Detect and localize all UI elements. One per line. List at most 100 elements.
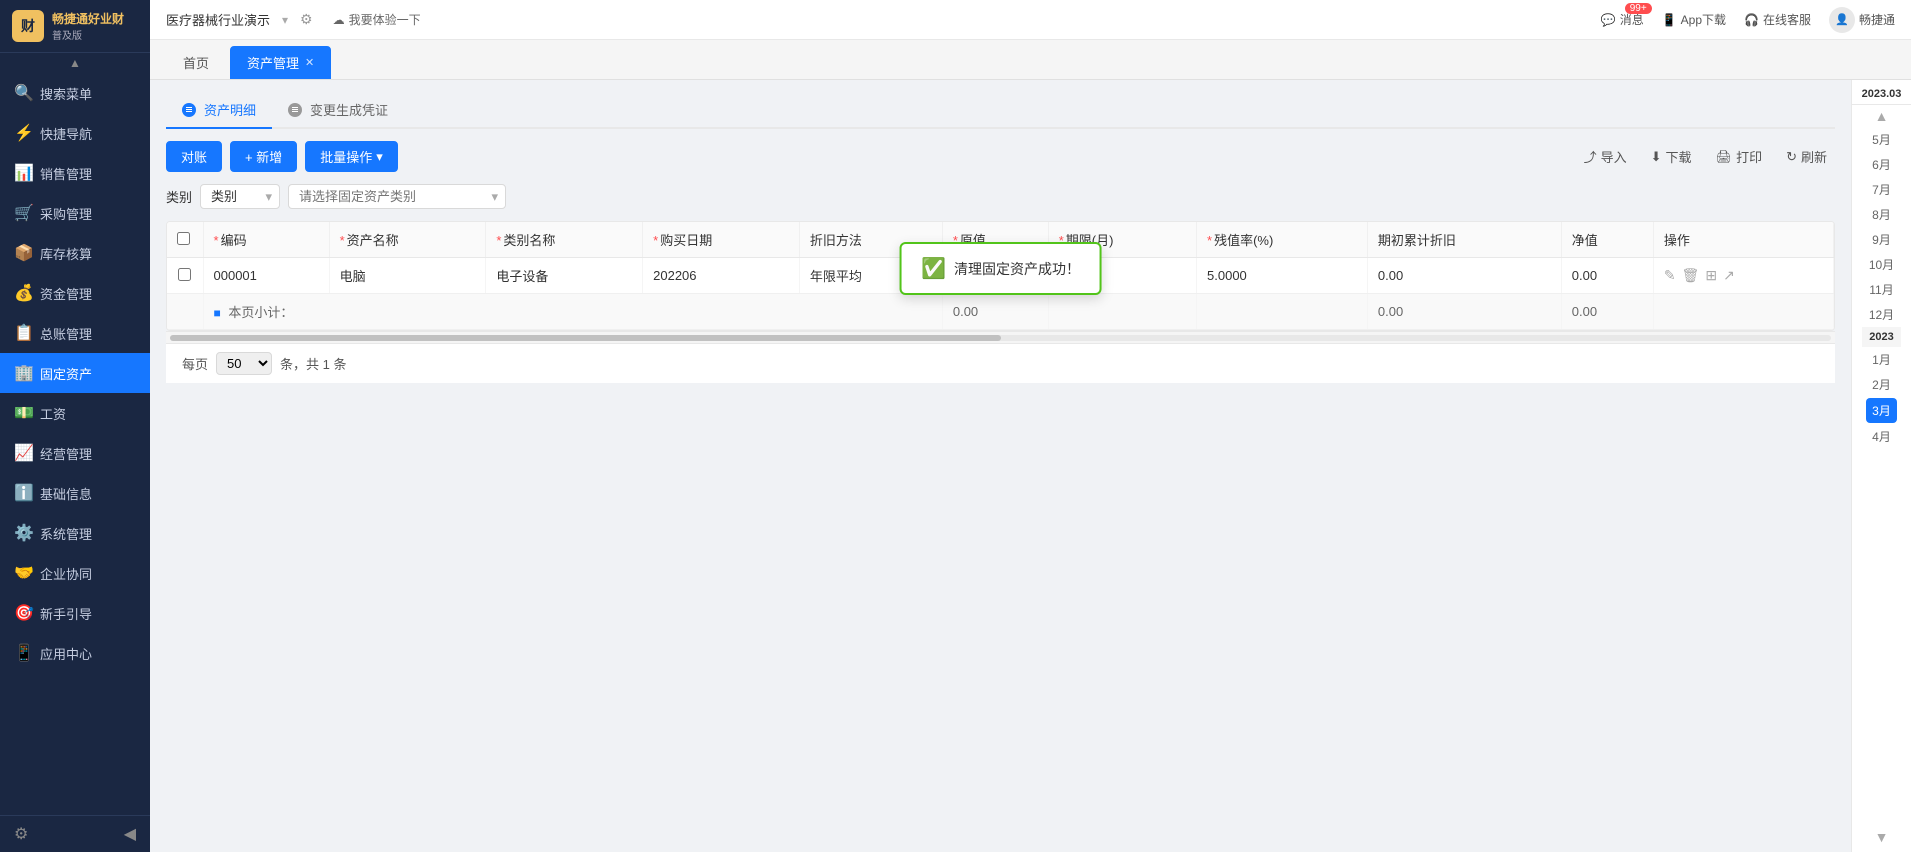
row-checkbox[interactable] xyxy=(178,268,191,281)
download-button[interactable]: ⬇ 下载 xyxy=(1643,142,1700,171)
new-button[interactable]: + 新增 xyxy=(230,141,297,172)
nav-label-14: 应用中心 xyxy=(40,644,92,663)
content-area: 资产明细 变更生成凭证 对账 + 新增 批量操作 ▾ xyxy=(150,80,1911,852)
timeline-item-6[interactable]: 11月 xyxy=(1862,277,1901,302)
experience-button[interactable]: ☁ 我要体验一下 xyxy=(333,11,421,28)
sidebar-item-固定资产[interactable]: 🏢固定资产 xyxy=(0,353,150,393)
sidebar-item-库存核算[interactable]: 📦库存核算 xyxy=(0,233,150,273)
nav-label-12: 企业协同 xyxy=(40,564,92,583)
sidebar: 财 畅捷通好业财 普及版 ▲ 🔍搜索菜单⚡快捷导航📊销售管理🛒采购管理📦库存核算… xyxy=(0,0,150,852)
timeline-item-7[interactable]: 12月 xyxy=(1862,302,1901,327)
category-type-select-wrap: 类别 xyxy=(200,184,280,209)
category-value-filter-wrap: ▾ xyxy=(288,184,506,209)
row-category: 电子设备 xyxy=(486,258,643,294)
timeline-item-0[interactable]: 5月 xyxy=(1862,127,1901,152)
timeline-item-2[interactable]: 7月 xyxy=(1862,177,1901,202)
timeline-item-11[interactable]: 3月 xyxy=(1866,398,1897,423)
sidebar-item-销售管理[interactable]: 📊销售管理 xyxy=(0,153,150,193)
row-code: 000001 xyxy=(203,258,329,294)
sidebar-item-企业协同[interactable]: 🤝企业协同 xyxy=(0,553,150,593)
scrollbar-thumb[interactable] xyxy=(170,335,1001,341)
reconcile-button[interactable]: 对账 xyxy=(166,141,222,172)
sidebar-item-系统管理[interactable]: ⚙️系统管理 xyxy=(0,513,150,553)
nav-icon-11: ⚙️ xyxy=(14,523,32,543)
nav-icon-4: 📦 xyxy=(14,243,32,263)
sidebar-item-新手引导[interactable]: 🎯新手引导 xyxy=(0,593,150,633)
download-icon: ⬇ xyxy=(1651,149,1662,165)
timeline-up-arrow[interactable]: ▲ xyxy=(1875,109,1889,123)
sidebar-item-应用中心[interactable]: 📱应用中心 xyxy=(0,633,150,673)
timeline-item-3[interactable]: 8月 xyxy=(1862,202,1901,227)
tab-asset-management[interactable]: 资产管理 ✕ xyxy=(230,46,331,79)
sidebar-item-工资[interactable]: 💵工资 xyxy=(0,393,150,433)
category-type-select[interactable]: 类别 xyxy=(200,184,280,209)
row-initial-accumulated: 0.00 xyxy=(1367,258,1561,294)
import-button[interactable]: ⤴ 导入 xyxy=(1576,142,1635,171)
refresh-button[interactable]: ↻ 刷新 xyxy=(1778,142,1835,171)
print-icon: 🖨 xyxy=(1716,149,1733,165)
sidebar-item-经营管理[interactable]: 📈经营管理 xyxy=(0,433,150,473)
company-dropdown-arrow[interactable]: ▾ xyxy=(282,13,288,27)
user-item[interactable]: 👤 畅捷通 xyxy=(1829,7,1895,33)
collapse-icon[interactable]: ◀ xyxy=(124,824,136,844)
message-badge: 99+ xyxy=(1625,3,1652,14)
edit-icon[interactable]: ✎ xyxy=(1664,267,1676,284)
logo-sub: 普及版 xyxy=(52,27,124,42)
settings-gear-icon[interactable]: ⚙ xyxy=(300,11,313,28)
toolbar-right: ⤴ 导入 ⬇ 下载 🖨 打印 ↻ 刷新 xyxy=(1576,142,1835,171)
delete-icon[interactable]: 🗑 xyxy=(1682,267,1700,284)
timeline-item-5[interactable]: 10月 xyxy=(1862,252,1901,277)
timeline-item-8[interactable]: 2023 xyxy=(1862,327,1901,347)
filter-row: 类别 类别 ▾ xyxy=(166,184,1835,209)
sidebar-item-快捷导航[interactable]: ⚡快捷导航 xyxy=(0,113,150,153)
copy-icon[interactable]: ⊞ xyxy=(1705,267,1717,284)
col-category: *类别名称 xyxy=(486,222,643,258)
subtab-asset-detail[interactable]: 资产明细 xyxy=(166,92,272,129)
success-toast: ✅ 清理固定资产成功！ xyxy=(899,242,1102,295)
timeline-down-arrow[interactable]: ▼ xyxy=(1871,826,1893,848)
message-nav-item[interactable]: 💬 消息 99+ xyxy=(1601,11,1644,28)
nav-label-6: 总账管理 xyxy=(40,324,92,343)
settings-icon[interactable]: ⚙ xyxy=(14,824,28,844)
sidebar-item-采购管理[interactable]: 🛒 采购管理 xyxy=(0,193,150,233)
sidebar-scroll-up[interactable]: ▲ xyxy=(0,53,150,73)
per-page-select[interactable]: 50 100 200 xyxy=(216,352,272,375)
nav-label-3: 采购管理 xyxy=(40,204,92,223)
sidebar-item-总账管理[interactable]: 📋总账管理 xyxy=(0,313,150,353)
topbar: 医疗器械行业演示 ▾ ⚙ ☁ 我要体验一下 💬 消息 99+ 📱 App下载 🎧… xyxy=(150,0,1911,40)
sidebar-item-搜索菜单[interactable]: 🔍搜索菜单 xyxy=(0,73,150,113)
timeline-item-1[interactable]: 6月 xyxy=(1862,152,1901,177)
nav-icon-10: ℹ️ xyxy=(14,483,32,503)
category-label: 类别 xyxy=(166,187,192,206)
select-all-checkbox[interactable] xyxy=(177,232,190,245)
nav-label-0: 搜索菜单 xyxy=(40,84,92,103)
cloud-icon: ☁ xyxy=(333,13,345,27)
asset-table-wrapper: ✅ 清理固定资产成功！ *编码 *资产名称 *类别名称 *购买日期 xyxy=(166,221,1835,331)
toolbar: 对账 + 新增 批量操作 ▾ ⤴ 导入 ⬇ 下载 🖨 xyxy=(166,141,1835,172)
subtotal-label-cell: ■ 本页小计： xyxy=(203,294,942,330)
horizontal-scrollbar[interactable] xyxy=(166,331,1835,343)
row-checkbox-cell xyxy=(167,258,203,294)
tab-close-icon[interactable]: ✕ xyxy=(305,56,314,69)
timeline-item-12[interactable]: 4月 xyxy=(1862,424,1901,449)
refresh-icon: ↻ xyxy=(1786,149,1797,165)
service-item[interactable]: 🎧 在线客服 xyxy=(1744,11,1811,28)
timeline-item-10[interactable]: 2月 xyxy=(1862,372,1901,397)
batch-button[interactable]: 批量操作 ▾ xyxy=(305,141,398,172)
print-button[interactable]: 🖨 打印 xyxy=(1708,142,1771,171)
import-icon: ⤴ xyxy=(1584,147,1597,166)
sidebar-item-基础信息[interactable]: ℹ️基础信息 xyxy=(0,473,150,513)
sidebar-bottom: ⚙ ◀ xyxy=(0,815,150,852)
timeline-item-4[interactable]: 9月 xyxy=(1862,227,1901,252)
more-icon[interactable]: ↗ xyxy=(1723,267,1735,284)
topbar-right: 💬 消息 99+ 📱 App下载 🎧 在线客服 👤 畅捷通 xyxy=(1601,7,1895,33)
tab-home[interactable]: 首页 xyxy=(166,46,226,79)
category-value-input[interactable] xyxy=(288,184,506,209)
timeline-item-9[interactable]: 1月 xyxy=(1862,347,1901,372)
col-purchase-date: *购买日期 xyxy=(643,222,800,258)
subtab-change-voucher[interactable]: 变更生成凭证 xyxy=(272,92,404,129)
nav-icon-3: 🛒 xyxy=(14,203,32,223)
app-download-item[interactable]: 📱 App下载 xyxy=(1662,11,1726,28)
sidebar-item-资金管理[interactable]: 💰资金管理 xyxy=(0,273,150,313)
nav-label-13: 新手引导 xyxy=(40,604,92,623)
